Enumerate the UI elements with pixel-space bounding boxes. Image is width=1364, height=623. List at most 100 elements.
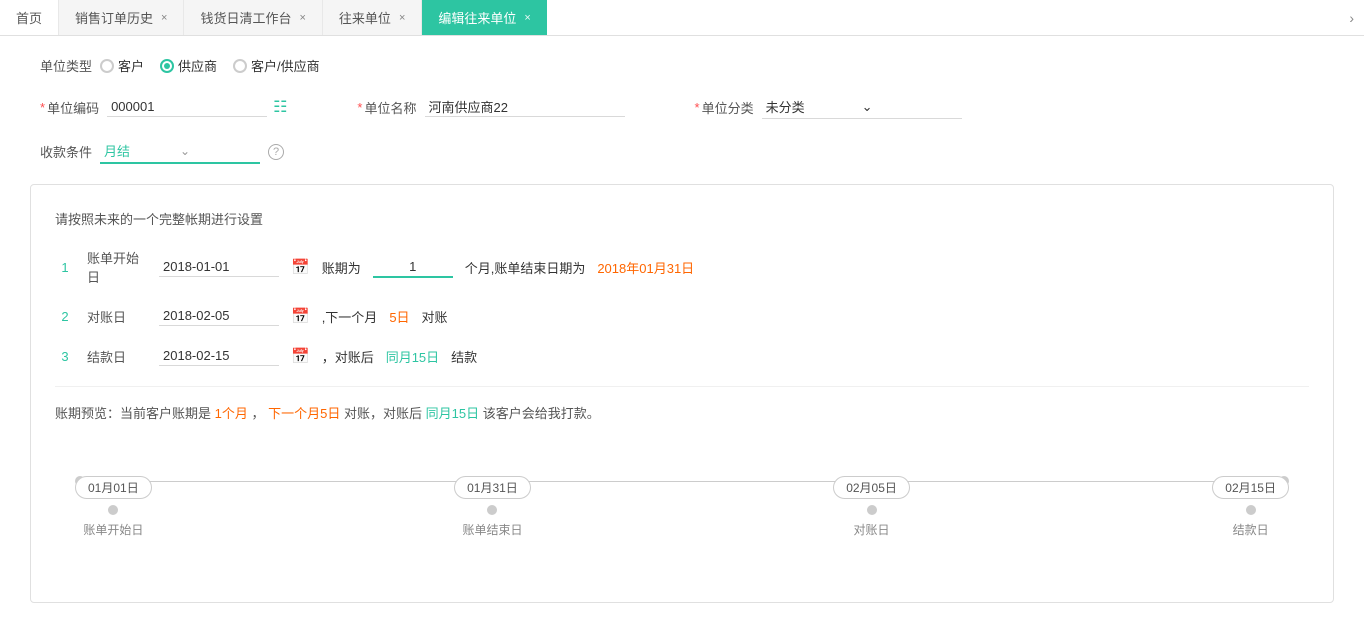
period-desc-3b: 结款 <box>451 347 477 366</box>
unit-type-row: 单位类型 客户 供应商 客户/供应商 <box>40 56 1334 75</box>
timeline-container: 01月01日 账单开始日 01月31日 账单结束日 02月05日 对账 <box>55 446 1309 578</box>
tab-edit-partner[interactable]: 编辑往来单位 × <box>422 0 546 35</box>
radio-both-label: 客户/供应商 <box>251 56 320 75</box>
timeline-line <box>85 481 1279 482</box>
payment-select[interactable]: 月结 ⌄ <box>100 139 260 164</box>
radio-supplier-label: 供应商 <box>178 56 217 75</box>
unit-category-value: 未分类 <box>766 97 862 116</box>
unit-fields-row: * 单位编码 ☷ * 单位名称 * 单位分类 未分类 ⌄ <box>40 95 1334 119</box>
unit-name-star: * <box>357 100 362 115</box>
tab-sales-history-label: 销售订单历史 <box>75 8 153 27</box>
timeline-nodes: 01月01日 账单开始日 01月31日 账单结束日 02月05日 对账 <box>75 476 1289 538</box>
node-1-dot <box>108 505 118 515</box>
period-desc-2a: ,下一个月 <box>322 307 378 326</box>
tab-home[interactable]: 首页 <box>0 0 59 35</box>
period-desc-3-highlight: 同月15日 <box>386 347 439 366</box>
tab-sales-history-close[interactable]: × <box>161 12 167 24</box>
node-2-label: 账单结束日 <box>462 521 522 538</box>
unit-code-group: * 单位编码 ☷ <box>40 97 287 117</box>
unit-code-star: * <box>40 100 45 115</box>
unit-code-input[interactable] <box>107 97 267 117</box>
period-num-1: 1 <box>55 260 75 275</box>
period-row-1: 1 账单开始日 📅 账期为 个月,账单结束日期为 2018年01月31日 <box>55 248 1309 286</box>
start-date-input[interactable] <box>159 257 279 277</box>
tab-partner-unit-close[interactable]: × <box>399 12 405 24</box>
period-label-2: 对账日 <box>87 307 147 326</box>
start-date-calendar-icon[interactable]: 📅 <box>291 258 310 276</box>
reconcile-date-input[interactable] <box>159 306 279 326</box>
reconcile-date-calendar-icon[interactable]: 📅 <box>291 307 310 325</box>
payment-label: 收款条件 <box>40 142 92 161</box>
preview-1month: 1个月 <box>215 406 248 421</box>
tab-home-label: 首页 <box>16 8 42 27</box>
period-desc-2b: 对账 <box>422 307 448 326</box>
tab-cash-work-label: 钱货日清工作台 <box>200 8 291 27</box>
main-content: 单位类型 客户 供应商 客户/供应商 * 单位编码 ☷ * <box>0 36 1364 623</box>
period-num-3: 3 <box>55 349 75 364</box>
node-1-tag: 01月01日 <box>75 476 152 499</box>
radio-both[interactable]: 客户/供应商 <box>233 56 320 75</box>
unit-category-group: * 单位分类 未分类 ⌄ <box>695 95 962 119</box>
unit-category-label: 单位分类 <box>702 98 754 117</box>
tab-cash-work[interactable]: 钱货日清工作台 × <box>184 0 322 35</box>
card-box: 请按照未来的一个完整帐期进行设置 1 账单开始日 📅 账期为 个月,账单结束日期… <box>30 184 1334 603</box>
period-label-3: 结款日 <box>87 347 147 366</box>
timeline-node-4: 02月15日 结款日 <box>1212 476 1289 538</box>
period-num-2: 2 <box>55 309 75 324</box>
node-4-tag: 02月15日 <box>1212 476 1289 499</box>
preview-end: 该客户会给我打款。 <box>483 406 600 421</box>
period-desc-prefix-1: 账期为 <box>322 258 361 277</box>
timeline-node-2: 01月31日 账单结束日 <box>454 476 531 538</box>
node-1-label: 账单开始日 <box>83 521 143 538</box>
radio-customer-label: 客户 <box>118 56 144 75</box>
node-4-label: 结款日 <box>1233 521 1269 538</box>
tab-partner-unit-label: 往来单位 <box>339 8 391 27</box>
unit-code-icon[interactable]: ☷ <box>273 97 287 117</box>
timeline-node-1: 01月01日 账单开始日 <box>75 476 152 538</box>
tab-cash-work-close[interactable]: × <box>299 12 305 24</box>
node-2-tag: 01月31日 <box>454 476 531 499</box>
card-title: 请按照未来的一个完整帐期进行设置 <box>55 209 1309 228</box>
unit-category-arrow: ⌄ <box>862 99 958 115</box>
radio-both-circle <box>233 59 247 73</box>
radio-supplier-circle <box>160 59 174 73</box>
unit-name-input[interactable] <box>425 97 625 117</box>
tab-edit-partner-close[interactable]: × <box>524 12 530 24</box>
node-3-tag: 02月05日 <box>833 476 910 499</box>
unit-category-select[interactable]: 未分类 ⌄ <box>762 95 962 119</box>
period-label-1: 账单开始日 <box>87 248 147 286</box>
payment-arrow: ⌄ <box>180 144 256 158</box>
payment-date-calendar-icon[interactable]: 📅 <box>291 347 310 365</box>
radio-customer[interactable]: 客户 <box>100 56 144 75</box>
unit-name-label: 单位名称 <box>364 98 416 117</box>
node-4-dot <box>1246 505 1256 515</box>
payment-row: 收款条件 月结 ⌄ ? <box>40 139 1334 164</box>
preview-comma: ， <box>252 406 265 421</box>
period-end-date-highlight: 2018年01月31日 <box>597 258 694 277</box>
radio-group: 客户 供应商 客户/供应商 <box>100 56 320 75</box>
period-row-3: 3 结款日 📅 ，对账后 同月15日 结款 <box>55 346 1309 366</box>
node-2-dot <box>487 505 497 515</box>
help-icon-text: ? <box>273 146 279 158</box>
preview-next: 下一个月5日 <box>268 406 340 421</box>
period-desc-2-highlight: 5日 <box>389 307 409 326</box>
radio-customer-circle <box>100 59 114 73</box>
unit-name-group: * 单位名称 <box>357 97 624 117</box>
node-3-dot <box>867 505 877 515</box>
tabs-bar: 首页 销售订单历史 × 钱货日清工作台 × 往来单位 × 编辑往来单位 × › <box>0 0 1364 36</box>
node-3-label: 对账日 <box>854 521 890 538</box>
preview-pay: 同月15日 <box>426 406 479 421</box>
tab-edit-partner-label: 编辑往来单位 <box>438 8 516 27</box>
tabs-more-arrow[interactable]: › <box>1339 0 1364 35</box>
period-desc-3a: ，对账后 <box>322 347 374 366</box>
radio-supplier[interactable]: 供应商 <box>160 56 217 75</box>
help-icon[interactable]: ? <box>268 144 284 160</box>
payment-value: 月结 <box>104 141 180 160</box>
timeline-node-3: 02月05日 对账日 <box>833 476 910 538</box>
tab-sales-history[interactable]: 销售订单历史 × <box>59 0 184 35</box>
period-desc-suffix-1: 个月,账单结束日期为 <box>465 258 586 277</box>
period-months-input[interactable] <box>373 257 453 278</box>
tab-partner-unit[interactable]: 往来单位 × <box>323 0 422 35</box>
period-row-2: 2 对账日 📅 ,下一个月 5日 对账 <box>55 306 1309 326</box>
payment-date-input[interactable] <box>159 346 279 366</box>
